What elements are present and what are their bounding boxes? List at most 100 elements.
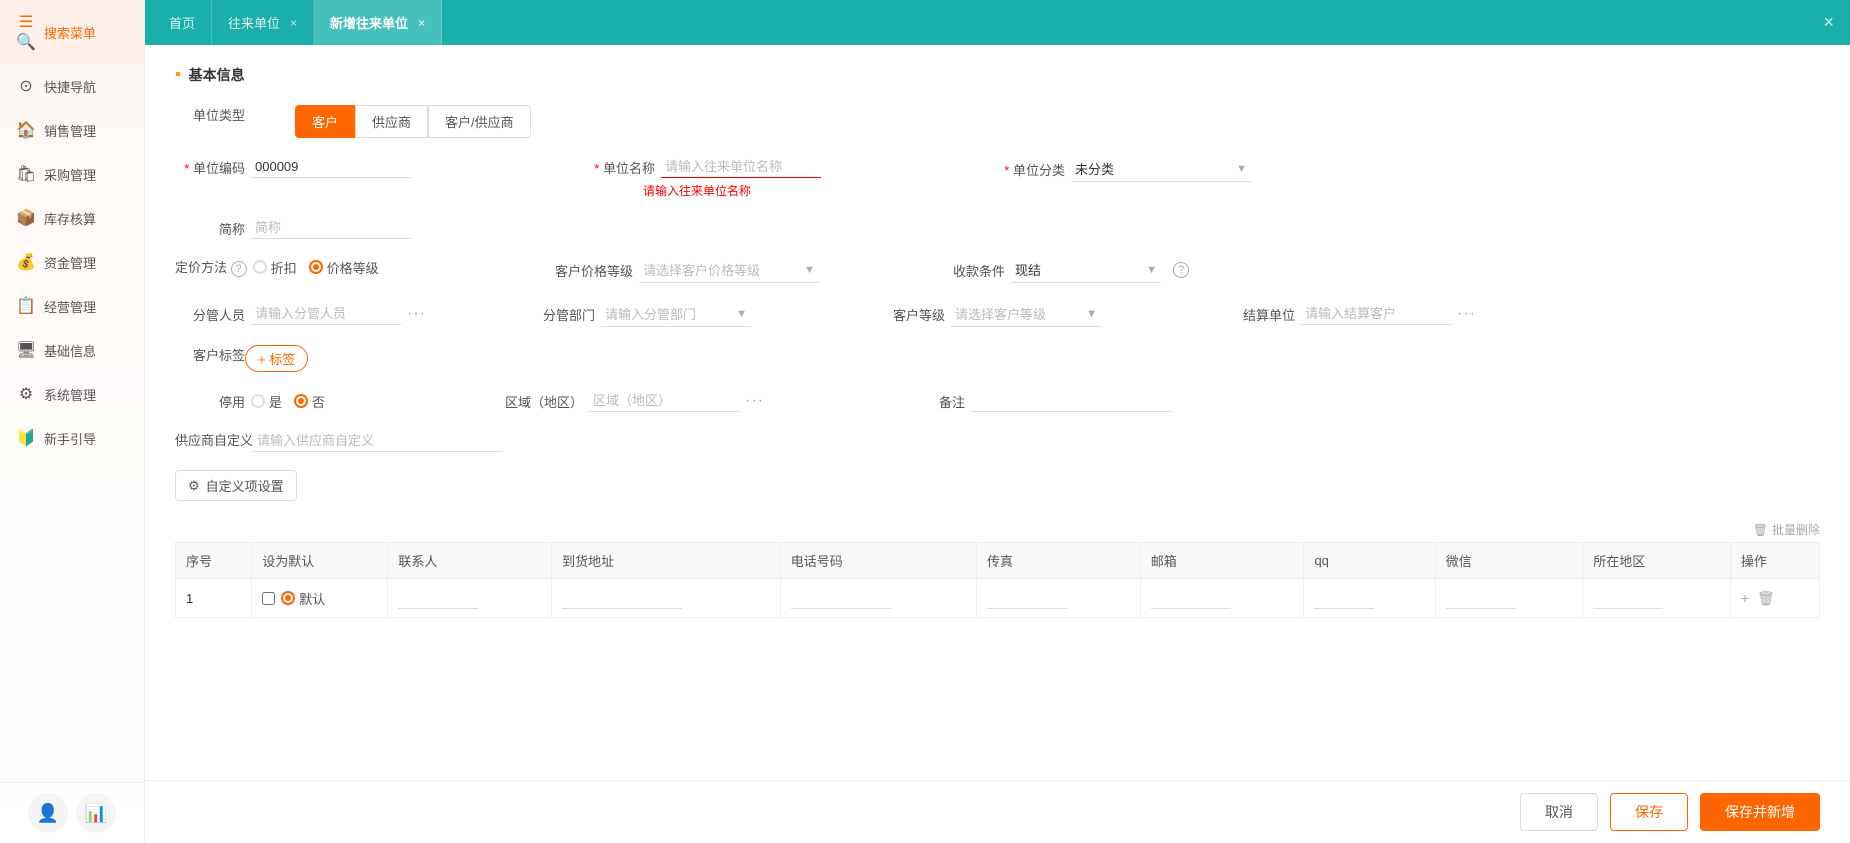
cell-wechat[interactable] (1435, 579, 1583, 618)
pricing-help-icon[interactable]: ? (231, 261, 247, 277)
email-input[interactable] (1151, 587, 1231, 609)
unit-type-both-btn[interactable]: 客户/供应商 (428, 105, 531, 138)
disabled-label: 停用 (175, 392, 245, 411)
tab-partner-list-close[interactable]: × (290, 16, 297, 30)
main-area: 首页 往来单位 × 新增往来单位 × × ▪ 基本信息 单位类型 客户 供应商 … (145, 0, 1850, 843)
cell-fax[interactable] (976, 579, 1140, 618)
customer-level-label: 客户等级 (875, 305, 945, 324)
payment-terms-select[interactable]: 现结 ▼ (1011, 257, 1161, 283)
abbreviation-input[interactable] (251, 217, 411, 239)
department-placeholder: 请输入分管部门 (605, 304, 732, 323)
sidebar-item-quick-nav[interactable]: ⊙ 快捷导航 (0, 64, 144, 108)
cust-price-level-chevron: ▼ (804, 264, 815, 276)
unit-type-row: 单位类型 客户 供应商 客户/供应商 (175, 105, 1820, 138)
cell-qq[interactable] (1304, 579, 1435, 618)
custom-settings-icon: ⚙ (188, 478, 200, 494)
cust-price-level-select[interactable]: 请选择客户价格等级 ▼ (639, 257, 819, 283)
sidebar-item-purchase-mgmt[interactable]: 🛍 采购管理 (0, 152, 144, 196)
supplier-custom-input[interactable] (253, 430, 503, 452)
abbreviation-row: 简称 (175, 217, 1820, 239)
manager-input[interactable] (251, 303, 401, 325)
price-level-radio-circle (309, 260, 323, 274)
fax-input[interactable] (987, 587, 1067, 609)
add-row-btn[interactable]: + (1741, 590, 1749, 606)
area-input[interactable] (589, 390, 739, 412)
table-row: 1 默认 (176, 579, 1820, 618)
address-input[interactable] (562, 587, 682, 609)
customer-level-select[interactable]: 请选择客户等级 ▼ (951, 301, 1101, 327)
purchase-icon: 🛍 (16, 164, 36, 184)
supplier-custom-label: 供应商自定义 (175, 430, 253, 449)
tabbar-close-all[interactable]: × (1815, 12, 1842, 33)
payment-terms-help[interactable]: ? (1173, 262, 1189, 278)
sidebar-item-inventory[interactable]: 📦 库存核算 (0, 196, 144, 240)
wechat-input[interactable] (1446, 587, 1516, 609)
sidebar-item-search-menu[interactable]: ☰🔍 搜索菜单 (0, 0, 144, 64)
phone-input[interactable] (791, 587, 891, 609)
manager-label: 分管人员 (175, 305, 245, 324)
pricing-radio-discount[interactable]: 折扣 (253, 258, 297, 277)
custom-settings-label: 自定义项设置 (206, 476, 284, 495)
settlement-unit-input[interactable] (1301, 303, 1451, 325)
row-action-group: + 🗑 (1741, 590, 1809, 607)
sidebar-item-finance[interactable]: 💰 资金管理 (0, 240, 144, 284)
add-tag-btn[interactable]: + 标签 (245, 345, 308, 372)
batch-delete-label: 批量删除 (1772, 521, 1820, 538)
disabled-radio-no[interactable]: 否 (294, 392, 325, 411)
settlement-unit-more-btn[interactable]: ··· (1457, 305, 1476, 323)
cell-address[interactable] (552, 579, 781, 618)
cell-contact[interactable] (388, 579, 552, 618)
tab-home-label: 首页 (169, 13, 195, 32)
tab-home[interactable]: 首页 (153, 0, 212, 45)
abbreviation-label: 简称 (175, 219, 245, 238)
disabled-radio-group: 是 否 (251, 392, 325, 411)
sidebar-item-newbie[interactable]: 🔰 新手引导 (0, 416, 144, 460)
remarks-input[interactable] (971, 390, 1171, 412)
pricing-radio-price-level[interactable]: 价格等级 (309, 258, 379, 277)
unit-name-input[interactable] (661, 156, 821, 178)
tab-partner-list[interactable]: 往来单位 × (212, 0, 314, 45)
search-menu-icon: ☰🔍 (16, 12, 36, 52)
delete-row-btn[interactable]: 🗑 (1757, 590, 1775, 607)
unit-name-label: * 单位名称 (585, 158, 655, 177)
custom-settings-btn[interactable]: ⚙ 自定义项设置 (175, 470, 297, 501)
tab-new-partner[interactable]: 新增往来单位 × (314, 0, 442, 45)
sidebar-settings-btn[interactable]: 📊 (76, 793, 116, 833)
default-radio[interactable]: 默认 (281, 589, 325, 608)
col-email: 邮箱 (1140, 543, 1304, 579)
unit-code-input[interactable] (251, 156, 411, 178)
cell-region[interactable] (1583, 579, 1731, 618)
sidebar-item-basic-info[interactable]: 🖥 基础信息 (0, 328, 144, 372)
qq-input[interactable] (1314, 587, 1374, 609)
cell-email[interactable] (1140, 579, 1304, 618)
customer-level-placeholder: 请选择客户等级 (955, 304, 1082, 323)
region-input[interactable] (1593, 587, 1663, 609)
area-more-btn[interactable]: ··· (745, 392, 764, 410)
sidebar-item-sales-mgmt[interactable]: 🏠 销售管理 (0, 108, 144, 152)
unit-category-chevron: ▼ (1236, 163, 1247, 175)
tab-new-partner-close[interactable]: × (418, 16, 425, 30)
sidebar-collapse-btn[interactable]: 👤 (28, 793, 68, 833)
unit-type-customer-btn[interactable]: 客户 (295, 105, 355, 138)
unit-type-supplier-btn[interactable]: 供应商 (355, 105, 428, 138)
unit-category-value: 未分类 (1075, 159, 1232, 178)
department-label: 分管部门 (525, 305, 595, 324)
unit-type-group: 客户 供应商 客户/供应商 (295, 105, 531, 138)
unit-category-select[interactable]: 未分类 ▼ (1071, 156, 1251, 182)
sidebar-item-system-mgmt[interactable]: ⚙ 系统管理 (0, 372, 144, 416)
basic-info-icon: 🖥 (16, 340, 36, 360)
cell-phone[interactable] (780, 579, 976, 618)
customer-tag-label: 客户标签 (175, 345, 245, 364)
area-label: 区域（地区） (505, 392, 583, 411)
manager-more-btn[interactable]: ··· (407, 305, 426, 323)
disabled-radio-yes[interactable]: 是 (251, 392, 282, 411)
save-button[interactable]: 保存 (1610, 793, 1688, 831)
row-checkbox[interactable] (262, 592, 275, 605)
save-and-new-button[interactable]: 保存并新增 (1700, 793, 1820, 831)
batch-delete-btn[interactable]: 🗑 批量删除 (175, 521, 1820, 538)
col-fax: 传真 (976, 543, 1140, 579)
department-select[interactable]: 请输入分管部门 ▼ (601, 301, 751, 327)
sidebar-item-operations[interactable]: 📋 经营管理 (0, 284, 144, 328)
contact-input[interactable] (398, 587, 478, 609)
cancel-button[interactable]: 取消 (1520, 793, 1598, 831)
